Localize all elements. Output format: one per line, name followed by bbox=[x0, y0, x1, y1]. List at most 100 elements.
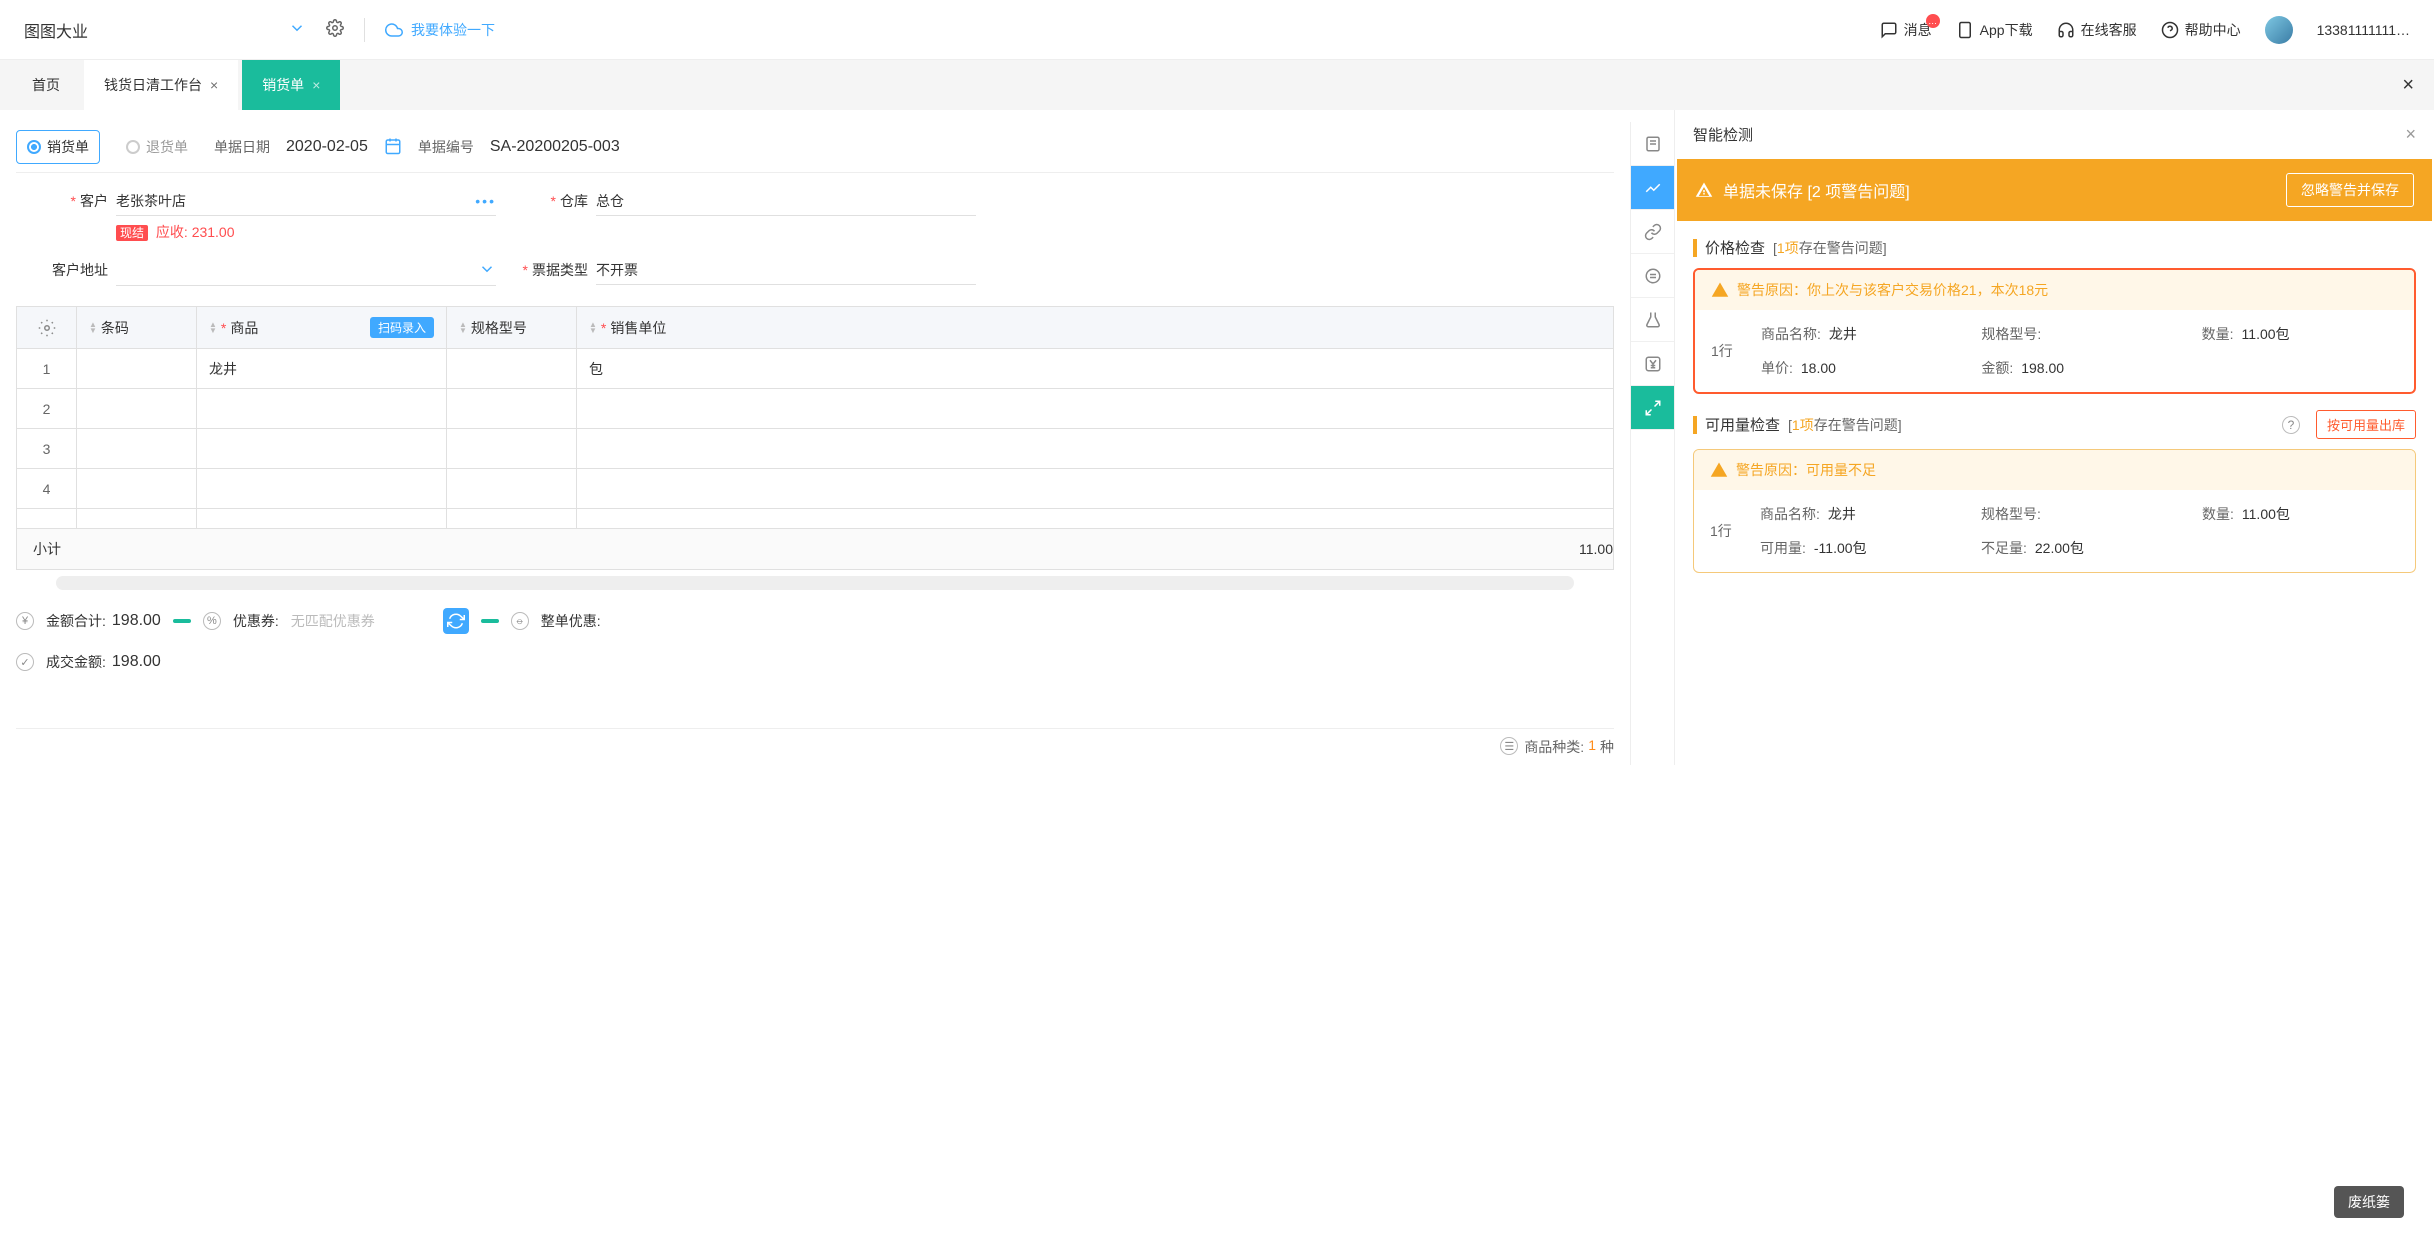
kind-label: 商品种类: bbox=[1524, 737, 1584, 757]
link-icon bbox=[1644, 223, 1662, 241]
support-link[interactable]: 在线客服 bbox=[2057, 20, 2137, 40]
section-bar-icon bbox=[1693, 239, 1697, 257]
kind-count: 1 bbox=[1588, 737, 1596, 757]
tab-sales-order[interactable]: 销货单 × bbox=[242, 60, 340, 110]
avatar[interactable] bbox=[2265, 16, 2293, 44]
tool-yen[interactable] bbox=[1631, 342, 1675, 386]
tab-home[interactable]: 首页 bbox=[12, 60, 80, 110]
chevron-down-icon[interactable] bbox=[478, 260, 496, 281]
help-icon[interactable]: ? bbox=[2282, 416, 2300, 434]
tabs-close-all-icon[interactable]: × bbox=[2382, 60, 2434, 110]
customer-more-icon[interactable]: ••• bbox=[475, 193, 496, 209]
panel-title: 智能检测 bbox=[1693, 124, 1753, 145]
date-value[interactable]: 2020-02-05 bbox=[286, 138, 368, 156]
table-row[interactable] bbox=[17, 509, 1613, 529]
divider bbox=[364, 18, 365, 42]
table-row[interactable]: 2 bbox=[17, 389, 1613, 429]
tool-chart[interactable] bbox=[1631, 166, 1675, 210]
calendar-icon[interactable] bbox=[384, 137, 402, 158]
radio-dot-icon bbox=[27, 140, 41, 154]
section-subtitle: [1项存在警告问题] bbox=[1773, 238, 1887, 258]
warehouse-value: 总仓 bbox=[596, 191, 624, 211]
trash-button[interactable]: 废纸篓 bbox=[2334, 1186, 2404, 1218]
amount-label: 金额合计: bbox=[46, 611, 106, 631]
tab-workbench-close-icon[interactable]: × bbox=[210, 77, 218, 93]
radio-sale-label: 销货单 bbox=[47, 137, 89, 157]
panel-close-icon[interactable]: × bbox=[2405, 124, 2416, 145]
col-product[interactable]: ▲▼*商品扫码录入 bbox=[197, 307, 447, 348]
wlab-spec: 规格型号: bbox=[1981, 506, 2041, 522]
table-row[interactable]: 4 bbox=[17, 469, 1613, 509]
warning-box-stock: 警告原因：可用量不足 1行 商品名称:龙井 规格型号: 数量:11.00包 可用… bbox=[1693, 449, 2416, 573]
tool-exchange[interactable] bbox=[1631, 254, 1675, 298]
radio-return[interactable]: 退货单 bbox=[116, 131, 198, 163]
wval-name: 龙井 bbox=[1828, 506, 1856, 522]
company-name: 图图大业 bbox=[24, 18, 88, 42]
refresh-coupon-button[interactable] bbox=[443, 608, 469, 634]
col-unit[interactable]: ▲▼*销售单位 bbox=[577, 307, 717, 348]
radio-return-label: 退货单 bbox=[146, 137, 188, 157]
refresh-icon bbox=[447, 612, 465, 630]
minus-icon bbox=[481, 619, 499, 623]
wval-price: 18.00 bbox=[1801, 360, 1836, 376]
ignore-save-button[interactable]: 忽略警告并保存 bbox=[2286, 173, 2414, 207]
wval-amount: 198.00 bbox=[2021, 360, 2064, 376]
scan-button[interactable]: 扫码录入 bbox=[370, 317, 434, 338]
col-product-label: 商品 bbox=[230, 318, 258, 338]
form-row-1: 客户 老张茶叶店 ••• 现结 应收: 231.00 仓库 总仓 bbox=[16, 187, 1614, 242]
col-spec[interactable]: ▲▼规格型号 bbox=[447, 307, 577, 348]
tool-expand[interactable] bbox=[1631, 386, 1675, 430]
cell-barcode[interactable] bbox=[77, 349, 197, 388]
warning-reason: 警告原因：可用量不足 bbox=[1694, 450, 2415, 490]
coupon-label: 优惠券: bbox=[233, 611, 279, 631]
topbar: 图图大业 我要体验一下 消息 … App下载 在线客服 帮助中心 1338111… bbox=[0, 0, 2434, 60]
app-download-link[interactable]: App下载 bbox=[1956, 20, 2033, 40]
flask-icon bbox=[1644, 311, 1662, 329]
table-row[interactable]: 1 龙井 包 bbox=[17, 349, 1613, 389]
doc-no-label: 单据编号 bbox=[418, 137, 474, 157]
cell-spec[interactable] bbox=[447, 349, 577, 388]
warehouse-field[interactable]: 总仓 bbox=[596, 187, 976, 216]
horizontal-scrollbar[interactable] bbox=[56, 576, 1574, 590]
username[interactable]: 13381111111… bbox=[2317, 22, 2410, 38]
cell-unit[interactable]: 包 bbox=[577, 349, 717, 388]
company-dropdown-icon[interactable] bbox=[288, 19, 306, 40]
radio-dot-icon bbox=[126, 140, 140, 154]
tab-workbench[interactable]: 钱货日清工作台 × bbox=[84, 60, 238, 110]
customer-field[interactable]: 老张茶叶店 ••• bbox=[116, 187, 496, 216]
tool-link[interactable] bbox=[1631, 210, 1675, 254]
headset-icon bbox=[2057, 21, 2075, 39]
col-settings[interactable] bbox=[17, 307, 77, 348]
message-icon bbox=[1880, 21, 1898, 39]
warning-body: 1行 商品名称:龙井 规格型号: 数量:11.00包 可用量:-11.00包 不… bbox=[1694, 490, 2415, 572]
kind-suffix: 种 bbox=[1600, 737, 1614, 757]
table-row[interactable]: 3 bbox=[17, 429, 1613, 469]
settings-icon[interactable] bbox=[326, 19, 344, 40]
section-stock-check: 可用量检查 [1项存在警告问题] ? 按可用量出库 警告原因：可用量不足 1行 … bbox=[1693, 410, 2416, 573]
tool-doc[interactable] bbox=[1631, 122, 1675, 166]
col-barcode-label: 条码 bbox=[101, 318, 129, 338]
help-link[interactable]: 帮助中心 bbox=[2161, 20, 2241, 40]
tab-bar: 首页 钱货日清工作台 × 销货单 × × bbox=[0, 60, 2434, 110]
panel-header: 智能检测 × bbox=[1675, 110, 2434, 159]
radio-sale[interactable]: 销货单 bbox=[16, 130, 100, 164]
main: 销货单 退货单 单据日期 2020-02-05 单据编号 SA-20200205… bbox=[0, 110, 2434, 765]
address-field[interactable] bbox=[116, 256, 496, 286]
col-spec-label: 规格型号 bbox=[471, 318, 527, 338]
tool-temp[interactable] bbox=[1631, 298, 1675, 342]
topbar-right: 消息 … App下载 在线客服 帮助中心 13381111111… bbox=[1880, 16, 2410, 44]
invoice-field[interactable]: 不开票 bbox=[596, 256, 976, 285]
coupon-icon: % bbox=[203, 612, 221, 630]
stock-out-button[interactable]: 按可用量出库 bbox=[2316, 410, 2416, 439]
col-barcode[interactable]: ▲▼条码 bbox=[77, 307, 197, 348]
try-link[interactable]: 我要体验一下 bbox=[385, 20, 495, 40]
messages-link[interactable]: 消息 … bbox=[1880, 20, 1932, 40]
expand-icon bbox=[1644, 399, 1662, 417]
warning-row-index: 1行 bbox=[1710, 504, 1760, 558]
warning-reason-text: 警告原因：可用量不足 bbox=[1736, 460, 1876, 480]
coupon-placeholder[interactable]: 无匹配优惠券 bbox=[291, 611, 431, 631]
deal-icon: ✓ bbox=[16, 653, 34, 671]
tab-sales-order-label: 销货单 bbox=[262, 75, 304, 95]
cell-product[interactable]: 龙井 bbox=[197, 349, 447, 388]
tab-sales-order-close-icon[interactable]: × bbox=[312, 77, 320, 93]
